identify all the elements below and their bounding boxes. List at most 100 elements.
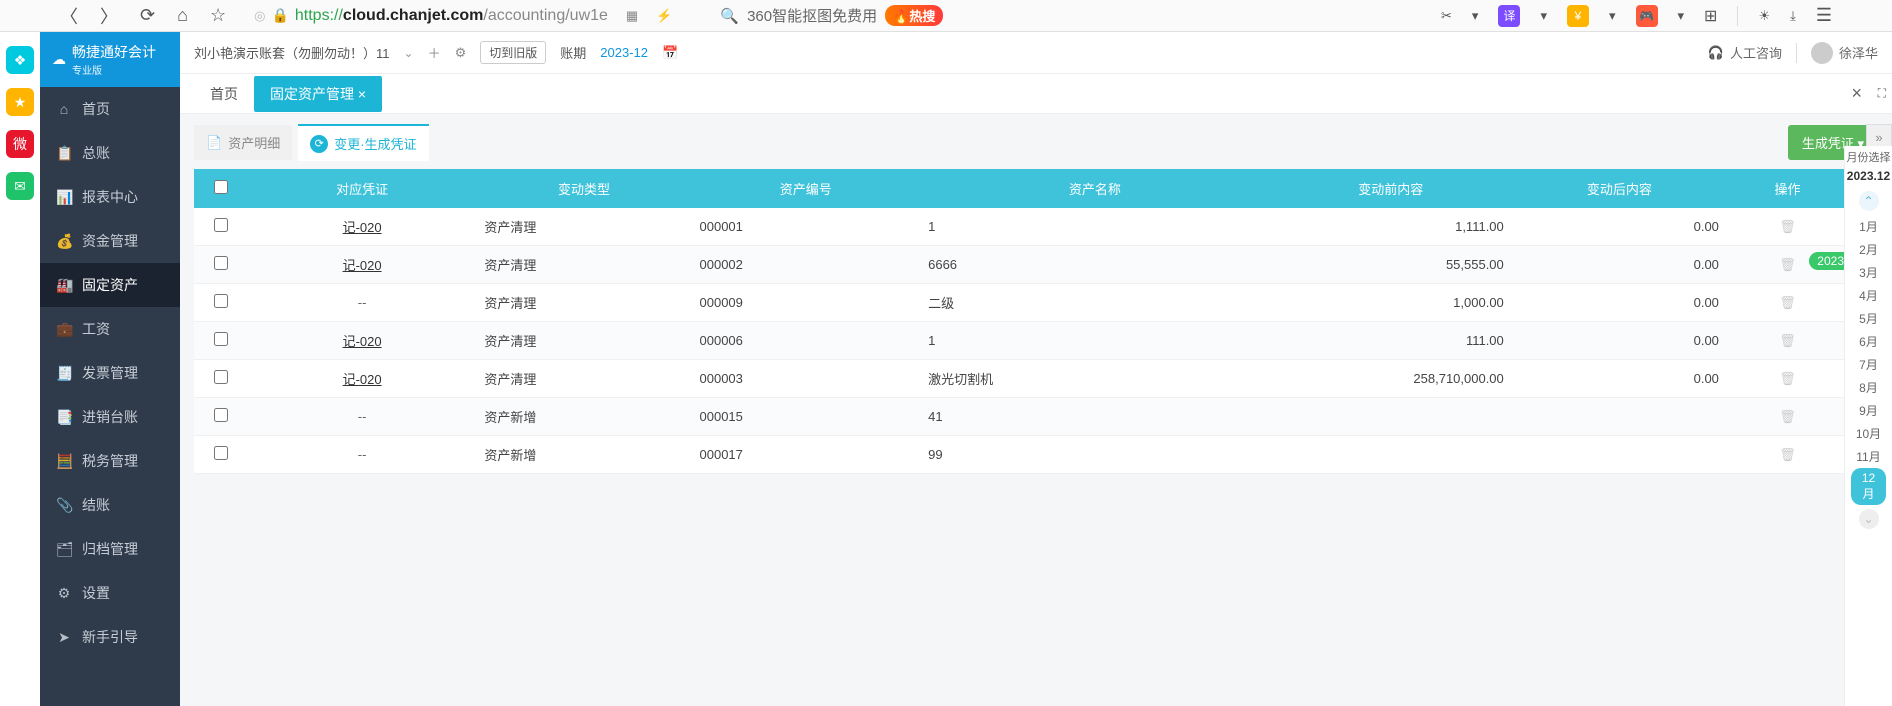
row-checkbox[interactable] (214, 370, 228, 384)
row-checkbox[interactable] (214, 256, 228, 270)
page-tabs: 首页固定资产管理 × × ⛶ (180, 74, 1892, 114)
consult-button[interactable]: 🎧 人工咨询 (1708, 43, 1782, 62)
month-12[interactable]: 12月 (1851, 468, 1886, 505)
row-checkbox[interactable] (214, 446, 228, 460)
delete-icon[interactable]: 🗑 (1779, 295, 1796, 310)
calendar-icon[interactable]: 📅 (662, 45, 678, 61)
page-tab-0[interactable]: 首页 (194, 76, 254, 112)
month-9[interactable]: 9月 (1845, 399, 1892, 422)
sidebar-item-9[interactable]: 📎结账 (40, 483, 180, 527)
qr-icon[interactable]: ▦ (626, 8, 638, 24)
month-rail: 月份选择 2023.12 ⌃ 1月2月3月4月5月6月7月8月9月10月11月1… (1844, 146, 1892, 706)
delete-icon[interactable]: 🗑 (1779, 371, 1796, 386)
delete-icon[interactable]: 🗑 (1779, 409, 1796, 424)
cell-type: 资产新增 (476, 436, 691, 474)
month-7[interactable]: 7月 (1845, 353, 1892, 376)
sub-tab-0[interactable]: 📄 资产明细 (194, 125, 292, 160)
game-icon[interactable]: 🎮 (1636, 5, 1658, 27)
voucher-link[interactable]: 记-020 (343, 372, 382, 387)
wallet-icon[interactable]: ¥ (1567, 5, 1589, 27)
cell-before: 1,000.00 (1270, 284, 1512, 322)
month-5[interactable]: 5月 (1845, 307, 1892, 330)
nav-icon: 📑 (56, 409, 72, 426)
sidebar-item-1[interactable]: 📋总账 (40, 131, 180, 175)
col-header-7: 操作 (1727, 169, 1848, 208)
cell-type: 资产清理 (476, 322, 691, 360)
month-down-icon[interactable]: ⌄ (1859, 509, 1879, 529)
voucher-link[interactable]: 记-020 (343, 258, 382, 273)
row-checkbox[interactable] (214, 332, 228, 346)
sidebar-item-3[interactable]: 💰资金管理 (40, 219, 180, 263)
browser-search[interactable]: 🔍 360智能抠图免费用 🔥热搜 (720, 5, 943, 26)
cell-name: 二级 (920, 284, 1270, 322)
sidebar-item-label: 设置 (82, 583, 110, 603)
page-tab-1[interactable]: 固定资产管理 × (254, 76, 382, 112)
voucher-empty: -- (358, 295, 367, 310)
month-6[interactable]: 6月 (1845, 330, 1892, 353)
brand[interactable]: ☁ 畅捷通好会计 专业版 (40, 32, 180, 87)
apps-icon[interactable]: ⊞ (1704, 6, 1717, 26)
download-icon[interactable]: ⤓ (1790, 8, 1796, 24)
month-3[interactable]: 3月 (1845, 261, 1892, 284)
delete-icon[interactable]: 🗑 (1779, 219, 1796, 234)
month-4[interactable]: 4月 (1845, 284, 1892, 307)
sidebar-item-11[interactable]: ⚙设置 (40, 571, 180, 615)
sidebar-item-2[interactable]: 📊报表中心 (40, 175, 180, 219)
sidebar-item-12[interactable]: ➤新手引导 (40, 615, 180, 659)
month-up-icon[interactable]: ⌃ (1859, 191, 1879, 211)
settings-icon[interactable]: ⚙ (455, 45, 467, 61)
month-8[interactable]: 8月 (1845, 376, 1892, 399)
sub-tab-1[interactable]: ⟳ 变更·生成凭证 (298, 124, 428, 161)
dock-app-1[interactable]: ❖ (6, 46, 34, 74)
cell-type: 资产清理 (476, 360, 691, 398)
menu-icon[interactable]: ☰ (1816, 5, 1832, 26)
bolt-icon[interactable]: ⚡ (656, 8, 672, 24)
month-1[interactable]: 1月 (1845, 215, 1892, 238)
tab-close-all-icon[interactable]: × (1851, 83, 1862, 104)
user-menu[interactable]: 徐泽华 (1811, 42, 1878, 64)
sidebar-item-0[interactable]: ⌂首页 (40, 87, 180, 131)
row-checkbox[interactable] (214, 218, 228, 232)
reload-icon[interactable]: ⟳ (140, 5, 155, 26)
cell-after: 0.00 (1512, 246, 1727, 284)
add-book-icon[interactable]: ＋ (428, 43, 441, 62)
sidebar-item-5[interactable]: 💼工资 (40, 307, 180, 351)
dock-app-2[interactable]: ★ (6, 88, 34, 116)
delete-icon[interactable]: 🗑 (1779, 257, 1796, 272)
month-10[interactable]: 10月 (1845, 422, 1892, 445)
row-checkbox[interactable] (214, 294, 228, 308)
forward-icon[interactable]: 〉 (100, 3, 118, 29)
delete-icon[interactable]: 🗑 (1779, 333, 1796, 348)
month-11[interactable]: 11月 (1845, 445, 1892, 468)
sidebar-item-label: 进销台账 (82, 407, 138, 427)
sidebar-item-10[interactable]: 🗂归档管理 (40, 527, 180, 571)
sidebar-item-8[interactable]: 🧮税务管理 (40, 439, 180, 483)
avatar (1811, 42, 1833, 64)
row-checkbox[interactable] (214, 408, 228, 422)
book-name[interactable]: 刘小艳演示账套（勿删勿动！）11 (194, 43, 390, 62)
select-all-checkbox[interactable] (214, 180, 228, 194)
back-icon[interactable]: 〈 (60, 3, 78, 29)
cell-after: 0.00 (1512, 360, 1727, 398)
dock-app-weibo[interactable]: 微 (6, 130, 34, 158)
sidebar-item-4[interactable]: 🏭固定资产 (40, 263, 180, 307)
dock-app-mail[interactable]: ✉ (6, 172, 34, 200)
sidebar-item-6[interactable]: 🧾发票管理 (40, 351, 180, 395)
voucher-link[interactable]: 记-020 (343, 220, 382, 235)
home-icon[interactable]: ⌂ (177, 5, 188, 26)
nav-icon: ⌂ (56, 101, 72, 117)
fullscreen-icon[interactable]: ⛶ (1878, 86, 1886, 101)
book-dropdown-icon[interactable]: ⌄ (404, 46, 414, 60)
month-2[interactable]: 2月 (1845, 238, 1892, 261)
cell-before: 258,710,000.00 (1270, 360, 1512, 398)
address-bar[interactable]: ◎ 🔒 https://cloud.chanjet.com/accounting… (254, 7, 608, 25)
scissors-icon[interactable]: ✂ (1441, 8, 1452, 24)
delete-icon[interactable]: 🗑 (1779, 447, 1796, 462)
star-icon[interactable]: ☆ (210, 5, 226, 26)
voucher-link[interactable]: 记-020 (343, 334, 382, 349)
switch-old-button[interactable]: 切到旧版 (480, 41, 546, 64)
translate-icon[interactable]: 译 (1498, 5, 1520, 27)
sidebar-item-7[interactable]: 📑 进销台账 (40, 395, 180, 439)
period-value[interactable]: 2023-12 (600, 45, 648, 60)
theme-icon[interactable]: ☀ (1758, 8, 1770, 24)
